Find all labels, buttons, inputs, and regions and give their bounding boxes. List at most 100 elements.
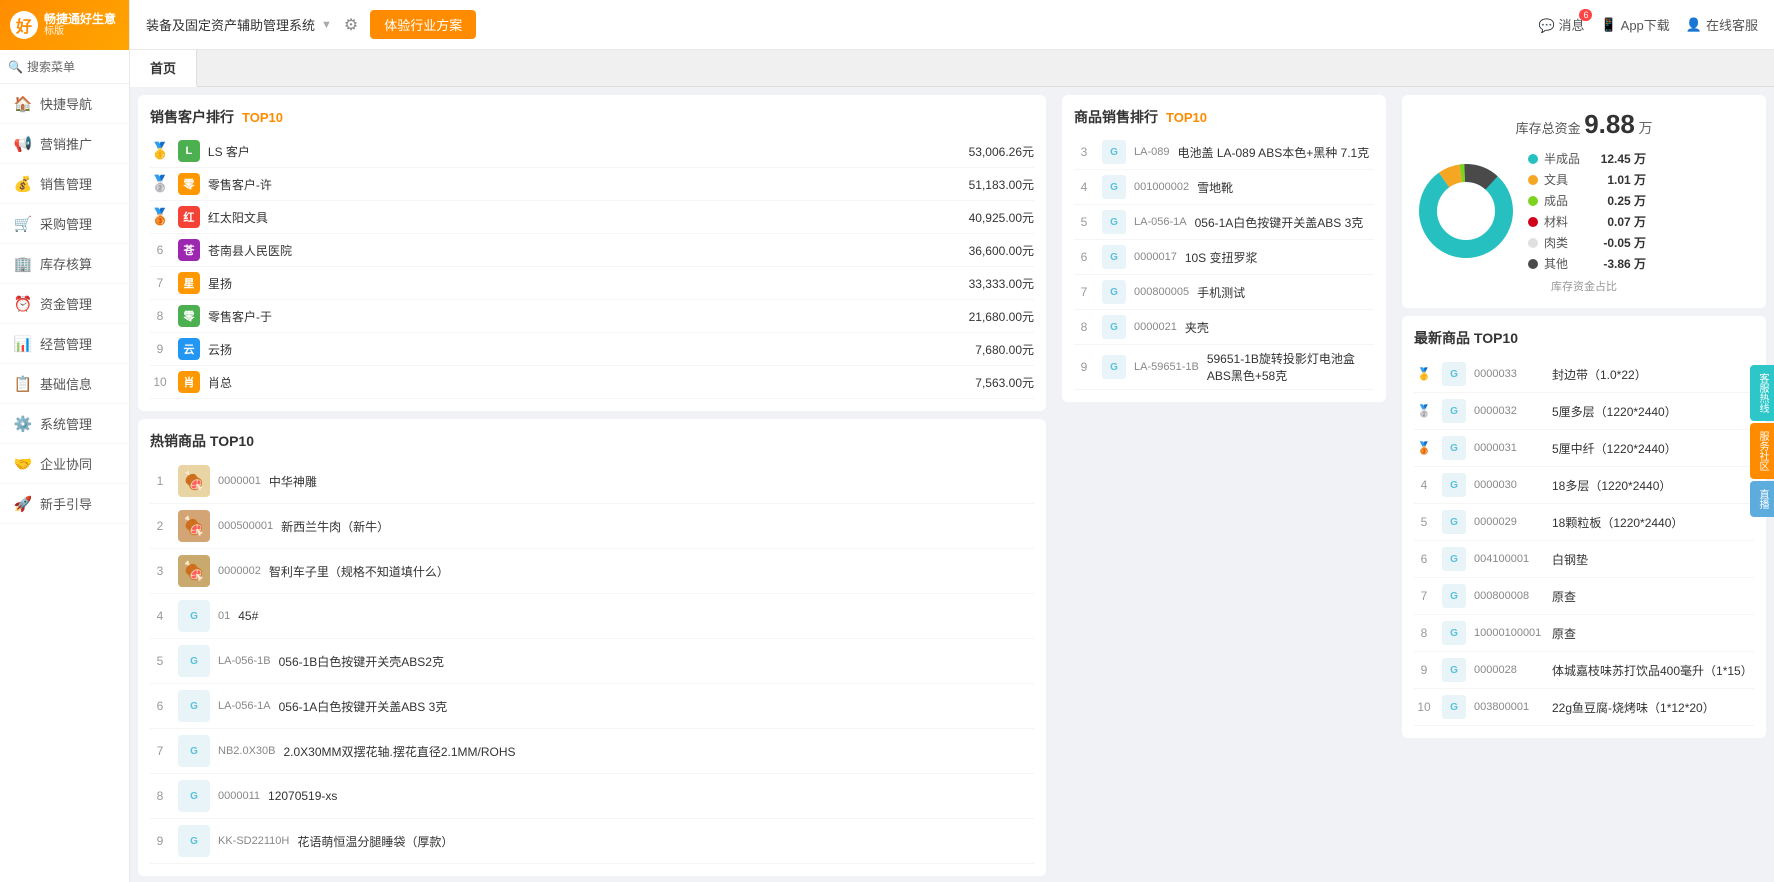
- sell-product-image: G: [1102, 245, 1126, 269]
- customer-name: 苍南县人民医院: [208, 242, 961, 259]
- new-product-row: 🥉 G 0000031 5厘中纤（1220*2440）: [1414, 430, 1754, 467]
- new-product-row: 10 G 003800001 22g鱼豆腐-烧烤味（1*12*20）: [1414, 689, 1754, 726]
- sell-code: LA-089: [1134, 146, 1169, 158]
- logo-text1: 畅捷通好生意: [44, 12, 116, 26]
- customer-name: 红太阳文具: [208, 209, 961, 226]
- sidebar-item-系统管理[interactable]: ⚙️系统管理: [0, 404, 129, 444]
- new-product-row: 5 G 0000029 18颗粒板（1220*2440）: [1414, 504, 1754, 541]
- nav-icon: ⚙️: [14, 415, 32, 433]
- sidebar-item-经营管理[interactable]: 📊经营管理: [0, 324, 129, 364]
- service-live-button[interactable]: 直播: [1750, 481, 1774, 517]
- gear-icon[interactable]: ⚙: [344, 15, 358, 35]
- product-rank-num: 2: [150, 519, 170, 533]
- nav-icon: ⏰: [14, 295, 32, 313]
- legend-label: 其他: [1544, 255, 1580, 272]
- service-community-button[interactable]: 服务社区: [1750, 423, 1774, 479]
- product-code: LA-056-1A: [218, 700, 271, 712]
- legend-value: 12.45 万: [1586, 150, 1646, 167]
- sell-name: 手机测试: [1197, 284, 1374, 301]
- nav-icon: 🤝: [14, 455, 32, 473]
- message-button[interactable]: 💬 6 消息: [1539, 15, 1585, 34]
- customer-rank-row: 🥉 红 红太阳文具 40,925.00元: [150, 201, 1034, 234]
- customer-amount: 36,600.00元: [969, 242, 1034, 259]
- sidebar-item-企业协同[interactable]: 🤝 企业协同: [0, 444, 129, 484]
- sidebar-item-基础信息[interactable]: 📋基础信息: [0, 364, 129, 404]
- sell-product-image: G: [1102, 315, 1126, 339]
- donut-legend: 半成品 12.45 万 文具 1.01 万 成品 0.25 万 材料 0.07 …: [1528, 150, 1646, 272]
- customer-name: 星扬: [208, 275, 961, 292]
- sell-rank-num: 8: [1074, 320, 1094, 334]
- medal-icon: 🥉: [150, 207, 170, 227]
- customer-badge: 红: [178, 206, 200, 228]
- sidebar: 好 畅捷通好生意 标版 🔍 搜索菜单 🏠快捷导航📢营销推广💰销售管理🛒采购管理🏢…: [0, 0, 130, 882]
- sidebar-search[interactable]: 🔍 搜索菜单: [0, 50, 129, 84]
- legend-item: 文具 1.01 万: [1528, 171, 1646, 188]
- customer-amount: 7,563.00元: [975, 374, 1034, 391]
- rank-num: 6: [150, 243, 170, 257]
- inventory-card: 库存总资金 9.88 万 半成品 12.45 万 文: [1402, 95, 1766, 308]
- sidebar-item-销售管理[interactable]: 💰销售管理: [0, 164, 129, 204]
- legend-dot: [1528, 196, 1538, 206]
- new-product-row: 4 G 0000030 18多层（1220*2440）: [1414, 467, 1754, 504]
- np-rank: 6: [1414, 552, 1434, 566]
- hot-product-row: 2 🍖 000500001 新西兰牛肉（新牛）: [150, 504, 1034, 549]
- customer-rank-row: 10 肖 肖总 7,563.00元: [150, 366, 1034, 399]
- sell-rank-num: 7: [1074, 285, 1094, 299]
- logo-text2: 标版: [44, 26, 116, 38]
- legend-label: 肉类: [1544, 234, 1580, 251]
- customer-ranking-header: 销售客户排行 TOP10: [150, 107, 1034, 127]
- np-image: G: [1442, 510, 1466, 534]
- product-code: KK-SD22110H: [218, 835, 289, 847]
- topbar: 装备及固定资产辅助管理系统 ▼ ⚙ 体验行业方案 💬 6 消息 📱 App下载 …: [130, 0, 1774, 50]
- sidebar-item-营销推广[interactable]: 📢营销推广: [0, 124, 129, 164]
- nav-label: 资金管理: [40, 294, 92, 313]
- product-code: 0000002: [218, 565, 261, 577]
- hot-product-row: 9 G KK-SD22110H 花语萌恒温分腿睡袋（厚款）: [150, 819, 1034, 864]
- product-rank-num: 6: [150, 699, 170, 713]
- np-image: G: [1442, 399, 1466, 423]
- tab-home[interactable]: 首页: [130, 50, 197, 87]
- app-download-button[interactable]: 📱 App下载: [1600, 15, 1669, 34]
- sell-rank-header: 商品销售排行 TOP10: [1074, 107, 1374, 127]
- rank-num: 9: [150, 342, 170, 356]
- logo-icon: 好: [10, 11, 38, 39]
- sell-rank-num: 9: [1074, 360, 1094, 374]
- np-rank: 9: [1414, 663, 1434, 677]
- product-rank-num: 9: [150, 834, 170, 848]
- sidebar-item-资金管理[interactable]: ⏰ 资金管理: [0, 284, 129, 324]
- sell-product-image: G: [1102, 355, 1126, 379]
- new-product-row: 🥇 G 0000033 封边带（1.0*22）: [1414, 356, 1754, 393]
- sidebar-item-库存核算[interactable]: 🏢库存核算: [0, 244, 129, 284]
- trial-button[interactable]: 体验行业方案: [370, 10, 476, 39]
- message-icon: 💬: [1539, 18, 1555, 33]
- legend-item: 其他 -3.86 万: [1528, 255, 1646, 272]
- np-image: G: [1442, 584, 1466, 608]
- sell-rank-num: 4: [1074, 180, 1094, 194]
- customer-name: 零售客户-于: [208, 308, 961, 325]
- service-hotline-button[interactable]: 客服热线: [1750, 365, 1774, 421]
- nav-label: 企业协同: [40, 454, 92, 473]
- legend-value: -3.86 万: [1586, 255, 1646, 272]
- sell-rank-row: 5 G LA-056-1A 056-1A白色按键开关盖ABS 3克: [1074, 205, 1374, 240]
- online-service-button[interactable]: 👤 在线客服: [1686, 15, 1758, 34]
- new-product-row: 9 G 0000028 体城嘉枝味苏打饮品400毫升（1*15）: [1414, 652, 1754, 689]
- rank-num: 8: [150, 309, 170, 323]
- sell-name: 59651-1B旋转投影灯电池盒ABS黑色+58克: [1207, 350, 1374, 384]
- mobile-icon: 📱: [1600, 17, 1616, 33]
- sell-name: 电池盖 LA-089 ABS本色+黑种 7.1克: [1177, 144, 1374, 161]
- sell-product-image: G: [1102, 210, 1126, 234]
- customer-amount: 40,925.00元: [969, 209, 1034, 226]
- sidebar-item-新手引导[interactable]: 🚀新手引导: [0, 484, 129, 524]
- right-panel: 库存总资金 9.88 万 半成品 12.45 万 文: [1394, 87, 1774, 882]
- customer-name: 肖总: [208, 374, 967, 391]
- topbar-right: 💬 6 消息 📱 App下载 👤 在线客服: [1539, 15, 1758, 34]
- product-code: 0000011: [218, 790, 260, 802]
- main-area: 装备及固定资产辅助管理系统 ▼ ⚙ 体验行业方案 💬 6 消息 📱 App下载 …: [130, 0, 1774, 882]
- sidebar-item-快捷导航[interactable]: 🏠快捷导航: [0, 84, 129, 124]
- customer-amount: 51,183.00元: [969, 176, 1034, 193]
- nav-label: 营销推广: [40, 134, 92, 153]
- sidebar-item-采购管理[interactable]: 🛒采购管理: [0, 204, 129, 244]
- customer-ranking-top: TOP10: [242, 110, 283, 125]
- search-icon: 🔍: [8, 60, 23, 74]
- nav-icon: 🏠: [14, 95, 32, 113]
